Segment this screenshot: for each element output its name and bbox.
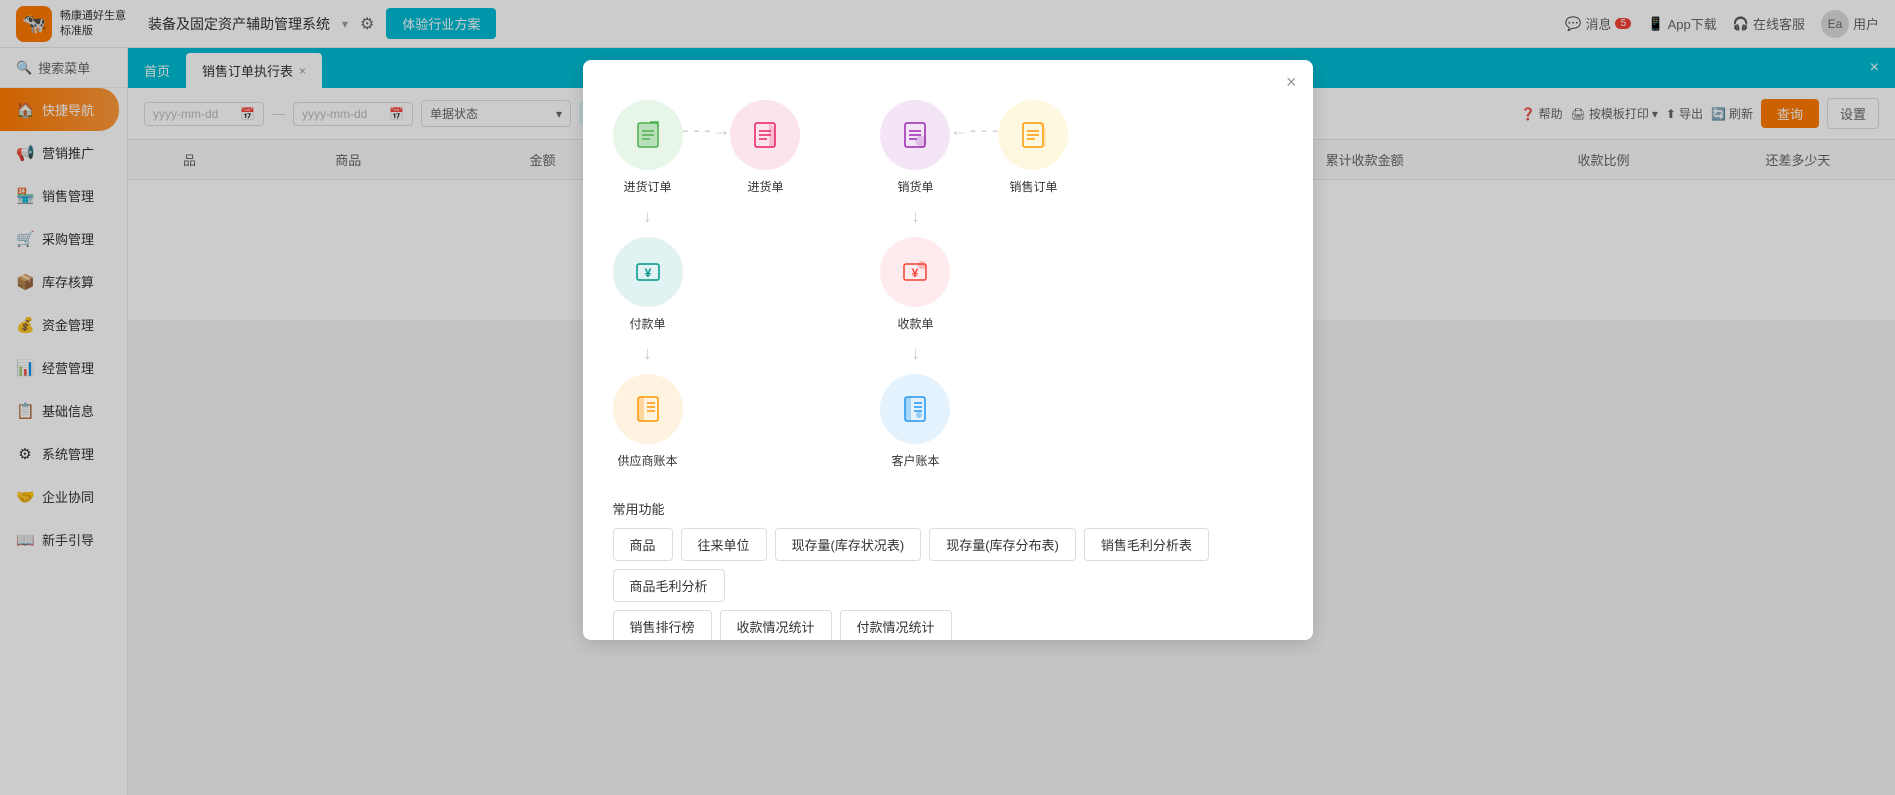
- arrow-down-1: ↓: [643, 207, 652, 225]
- func-btn-product-profit[interactable]: 商品毛利分析: [613, 569, 725, 602]
- arrow-down-4: ↓: [911, 344, 920, 362]
- func-btn-stock-status[interactable]: 现存量(库存状况表): [775, 528, 922, 561]
- payment-icon: ¥: [632, 256, 664, 288]
- func-btn-stock-dist[interactable]: 现存量(库存分布表): [929, 528, 1076, 561]
- arrow-right-1: - - -→: [683, 120, 731, 141]
- func-btn-partner[interactable]: 往来单位: [681, 528, 767, 561]
- purchase-order-icon: [632, 119, 664, 151]
- purchase-bill-icon: [749, 119, 781, 151]
- customer-ledger-label: 客户账本: [891, 452, 939, 469]
- func-buttons-row2: 销售排行榜 收款情况统计 付款情况统计: [613, 610, 1283, 640]
- flow-node-purchase-order[interactable]: 进货订单: [613, 100, 683, 195]
- receipt-label: 收款单: [897, 315, 933, 332]
- sales-order-label: 销售订单: [1009, 178, 1057, 195]
- svg-text:¥: ¥: [912, 266, 919, 280]
- receipt-circle: ¥: [880, 237, 950, 307]
- common-functions-title: 常用功能: [613, 499, 1283, 518]
- flow-diagram: 进货订单 ↓ ¥ 付款单 ↓: [613, 90, 1283, 489]
- customer-ledger-circle: [880, 374, 950, 444]
- flow-node-sales-bill[interactable]: 销货单: [880, 100, 950, 195]
- func-btn-product[interactable]: 商品: [613, 528, 673, 561]
- flow-node-customer-ledger[interactable]: 客户账本: [880, 374, 950, 469]
- sales-bill-column: 销货单 ↓ ¥ 收款单 ↓: [880, 100, 950, 469]
- payment-label: 付款单: [629, 315, 665, 332]
- left-flow-column: 进货订单 ↓ ¥ 付款单 ↓: [613, 100, 683, 469]
- func-buttons: 商品 往来单位 现存量(库存状况表) 现存量(库存分布表) 销售毛利分析表 商品…: [613, 528, 1283, 602]
- modal: × 进货订单: [583, 60, 1313, 640]
- flow-node-supplier-ledger[interactable]: 供应商账本: [613, 374, 683, 469]
- sales-order-column: 销售订单: [998, 100, 1068, 195]
- purchase-bill-column: 进货单: [730, 100, 800, 195]
- receipt-icon: ¥: [899, 256, 931, 288]
- svg-text:¥: ¥: [644, 266, 651, 280]
- sales-order-icon: [1017, 119, 1049, 151]
- sales-bill-label: 销货单: [897, 178, 933, 195]
- supplier-ledger-circle: [613, 374, 683, 444]
- supplier-ledger-label: 供应商账本: [617, 452, 677, 469]
- flow-node-purchase-bill[interactable]: 进货单: [730, 100, 800, 195]
- arrow-down-3: ↓: [911, 207, 920, 225]
- func-btn-sales-rank[interactable]: 销售排行榜: [613, 610, 712, 640]
- sales-bill-circle: [880, 100, 950, 170]
- flow-node-receipt[interactable]: ¥ 收款单: [880, 237, 950, 332]
- arrow-right-2: - - -→: [950, 120, 998, 141]
- purchase-bill-label: 进货单: [747, 178, 783, 195]
- func-btn-payment-stats[interactable]: 付款情况统计: [840, 610, 952, 640]
- sales-bill-icon: [899, 119, 931, 151]
- flow-node-payment[interactable]: ¥ 付款单: [613, 237, 683, 332]
- purchase-bill-circle: [730, 100, 800, 170]
- common-functions: 常用功能 商品 往来单位 现存量(库存状况表) 现存量(库存分布表) 销售毛利分…: [613, 499, 1283, 640]
- supplier-ledger-icon: [632, 393, 664, 425]
- modal-overlay[interactable]: × 进货订单: [0, 0, 1895, 795]
- func-btn-receipt-stats[interactable]: 收款情况统计: [720, 610, 832, 640]
- arrow-down-2: ↓: [643, 344, 652, 362]
- payment-circle: ¥: [613, 237, 683, 307]
- flow-node-sales-order[interactable]: 销售订单: [998, 100, 1068, 195]
- modal-close-button[interactable]: ×: [1286, 72, 1297, 93]
- purchase-order-circle: [613, 100, 683, 170]
- func-btn-sales-profit[interactable]: 销售毛利分析表: [1084, 528, 1209, 561]
- customer-ledger-icon: [899, 393, 931, 425]
- sales-order-circle: [998, 100, 1068, 170]
- purchase-order-label: 进货订单: [623, 178, 671, 195]
